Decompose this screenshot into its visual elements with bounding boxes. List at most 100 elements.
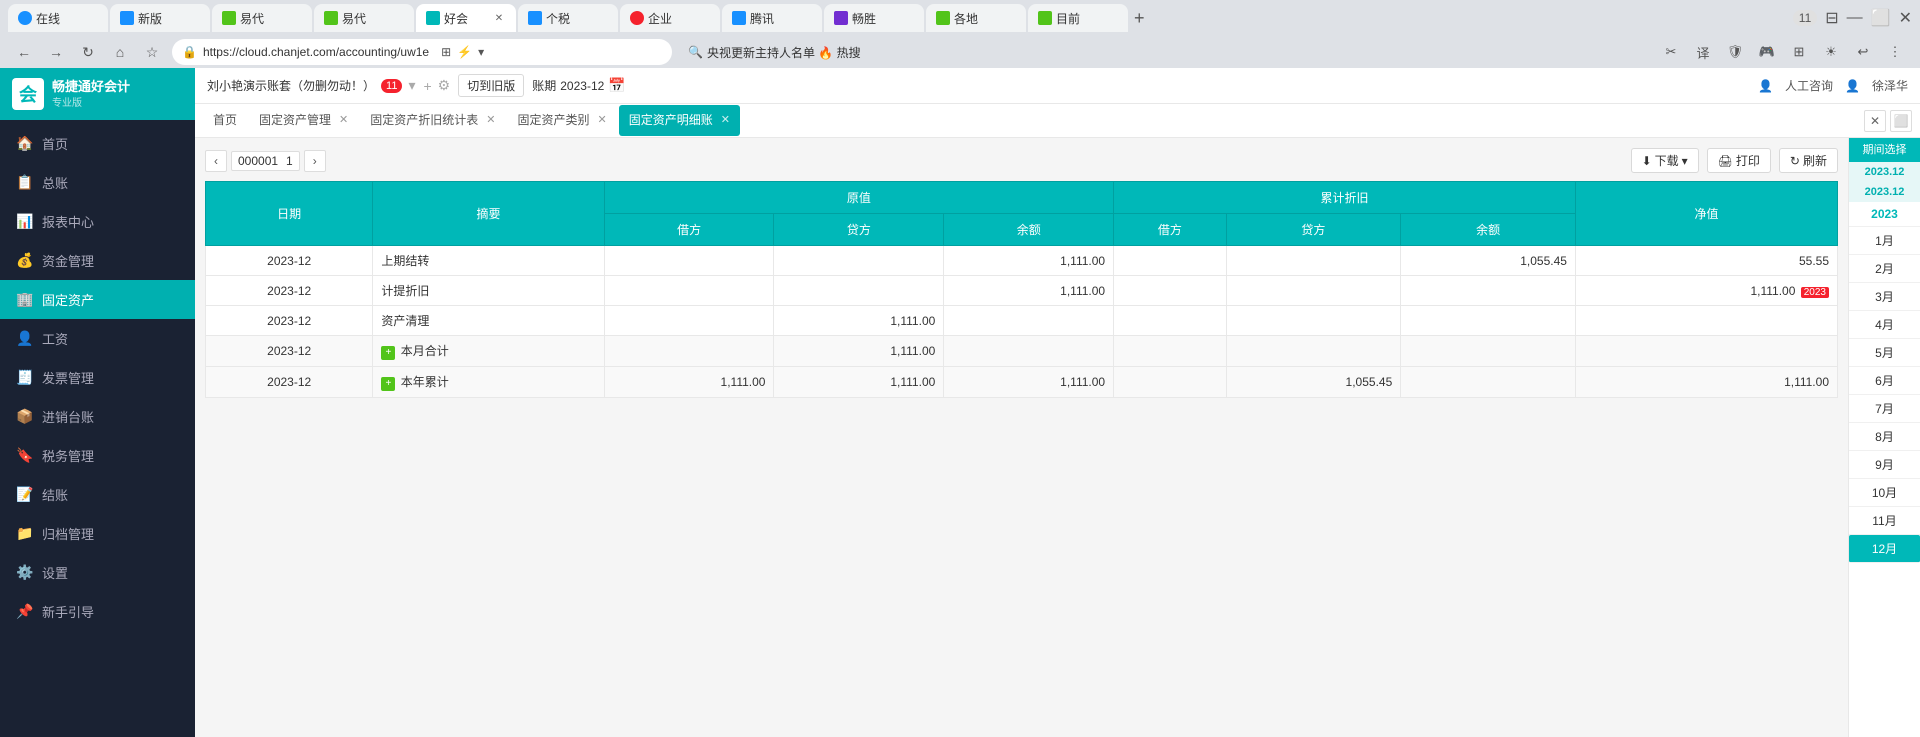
layout-btn[interactable]: ⊞: [1786, 39, 1812, 65]
sidebar-item-tax[interactable]: 🔖 税务管理: [0, 436, 195, 475]
period-month-1[interactable]: 1月: [1849, 227, 1920, 255]
close-tab-haohui[interactable]: ✕: [492, 11, 506, 25]
close-fixed-assets-mgmt-tab[interactable]: ✕: [339, 113, 348, 126]
sidebar-item-inventory[interactable]: 📦 进销台账: [0, 397, 195, 436]
prev-page-btn[interactable]: ‹: [205, 150, 227, 172]
browser-tab-tengxun[interactable]: 腾讯: [722, 4, 822, 32]
row2-orig-balance: 1,111.00: [944, 276, 1114, 306]
close-asset-detail-tab[interactable]: ✕: [721, 113, 730, 126]
period-selected-end: 2023.12: [1849, 182, 1920, 202]
period-year-label: 2023: [1849, 202, 1920, 227]
page-tab-fixed-assets-mgmt[interactable]: 固定资产管理 ✕: [249, 105, 358, 136]
translate-btn[interactable]: 译: [1690, 39, 1716, 65]
tab-favicon-yidai2: [324, 11, 338, 25]
browser-tab-yidai1[interactable]: 易代: [212, 4, 312, 32]
window-menu-btn[interactable]: ⊟: [1825, 8, 1838, 28]
sidebar-item-guide[interactable]: 📌 新手引导: [0, 592, 195, 631]
row1-accum-credit: [1226, 246, 1401, 276]
home-button[interactable]: ⌂: [108, 40, 132, 64]
browser-tab-yidai2[interactable]: 易代: [314, 4, 414, 32]
period-month-3[interactable]: 3月: [1849, 283, 1920, 311]
period-panel-title: 期间选择: [1849, 138, 1920, 162]
page-tab-asset-category[interactable]: 固定资产类别 ✕: [507, 105, 616, 136]
sidebar-item-reports[interactable]: 📊 报表中心: [0, 202, 195, 241]
user-icon: 👤: [1845, 79, 1860, 93]
forward-button[interactable]: →: [44, 40, 68, 64]
calendar-icon[interactable]: 📅: [608, 77, 625, 94]
close-tab-btn[interactable]: ✕: [1864, 110, 1886, 132]
table-row-monthly-total: 2023-12 + 本月合计 1,111.00: [206, 336, 1838, 367]
inventory-icon: 📦: [16, 408, 34, 426]
game-btn[interactable]: 🎮: [1754, 39, 1780, 65]
close-asset-category-tab[interactable]: ✕: [598, 113, 607, 126]
browser-tab-haohui[interactable]: 好会 ✕: [416, 4, 516, 32]
close-depreciation-stats-tab[interactable]: ✕: [486, 113, 495, 126]
url-expand-btn[interactable]: ▾: [478, 45, 484, 59]
page-tab-depreciation-stats[interactable]: 固定资产折旧统计表 ✕: [360, 105, 505, 136]
url-bar[interactable]: 🔒 https://cloud.chanjet.com/accounting/u…: [172, 39, 672, 65]
undo-btn[interactable]: ↩: [1850, 39, 1876, 65]
account-settings-btn[interactable]: ⚙: [438, 77, 451, 94]
period-month-11[interactable]: 11月: [1849, 507, 1920, 535]
browser-chrome: 在线 新版 易代 易代 好会 ✕ 个税 企业: [0, 0, 1920, 68]
sidebar-item-home[interactable]: 🏠 首页: [0, 124, 195, 163]
browser-tab-online[interactable]: 在线: [8, 4, 108, 32]
period-month-2[interactable]: 2月: [1849, 255, 1920, 283]
col-accum-debit-header: 借方: [1114, 214, 1226, 246]
refresh-btn[interactable]: ↻ 刷新: [1779, 148, 1838, 173]
period-month-7[interactable]: 7月: [1849, 395, 1920, 423]
row2-date: 2023-12: [206, 276, 373, 306]
sidebar-item-archive[interactable]: 📁 归档管理: [0, 514, 195, 553]
sidebar-item-fund[interactable]: 💰 资金管理: [0, 241, 195, 280]
tab-favicon-haohui: [426, 11, 440, 25]
brightness-btn[interactable]: ☀: [1818, 39, 1844, 65]
new-tab-button[interactable]: +: [1134, 8, 1145, 29]
window-maximize-btn[interactable]: ⬜: [1871, 8, 1891, 28]
account-add-btn[interactable]: +: [423, 78, 431, 94]
sidebar-item-fixed-assets[interactable]: 🏢 固定资产: [0, 280, 195, 319]
browser-tab-gedi[interactable]: 各地: [926, 4, 1026, 32]
row5-accum-credit: 1,055.45: [1226, 367, 1401, 398]
consult-label[interactable]: 人工咨询: [1785, 77, 1833, 94]
account-dropdown-btn[interactable]: ▾: [408, 77, 415, 94]
next-page-btn[interactable]: ›: [304, 150, 326, 172]
bookmark-button[interactable]: ☆: [140, 40, 164, 64]
sidebar-item-closing[interactable]: 📝 结账: [0, 475, 195, 514]
browser-tab-geshui[interactable]: 个税: [518, 4, 618, 32]
switch-version-btn[interactable]: 切到旧版: [458, 74, 524, 97]
scissors-btn[interactable]: ✂: [1658, 39, 1684, 65]
period-month-4[interactable]: 4月: [1849, 311, 1920, 339]
back-button[interactable]: ←: [12, 40, 36, 64]
print-btn[interactable]: 🖨 打印: [1707, 148, 1771, 173]
period-month-6[interactable]: 6月: [1849, 367, 1920, 395]
period-month-10[interactable]: 10月: [1849, 479, 1920, 507]
sidebar-item-general-ledger[interactable]: 📋 总账: [0, 163, 195, 202]
ledger-nav-left: ‹ 000001 1 ›: [205, 150, 326, 172]
window-close-btn[interactable]: ✕: [1899, 8, 1912, 28]
window-controls: 11 ⊟ — ⬜ ✕: [1793, 8, 1912, 28]
content-area: ‹ 000001 1 › ⬇ 下载 ▾: [195, 138, 1920, 737]
page-tab-home[interactable]: 首页: [203, 105, 247, 136]
period-month-5[interactable]: 5月: [1849, 339, 1920, 367]
browser-tab-qiye[interactable]: 企业: [620, 4, 720, 32]
browser-tab-changsheng[interactable]: 畅胜: [824, 4, 924, 32]
page-tab-asset-detail[interactable]: 固定资产明细账 ✕: [619, 105, 740, 136]
sidebar-item-payroll[interactable]: 👤 工资: [0, 319, 195, 358]
sidebar-item-invoice[interactable]: 🧾 发票管理: [0, 358, 195, 397]
window-minimize-btn[interactable]: —: [1847, 9, 1863, 27]
reload-button[interactable]: ↻: [76, 40, 100, 64]
browser-tab-muqian[interactable]: 目前: [1028, 4, 1128, 32]
period-month-12[interactable]: 12月: [1849, 535, 1920, 563]
lightning-icon[interactable]: ⚡: [457, 45, 472, 59]
period-month-8[interactable]: 8月: [1849, 423, 1920, 451]
tab-favicon-changsheng: [834, 11, 848, 25]
download-btn[interactable]: ⬇ 下载 ▾: [1631, 148, 1699, 173]
qr-icon[interactable]: ⊞: [441, 45, 451, 59]
sidebar-item-settings[interactable]: ⚙️ 设置: [0, 553, 195, 592]
period-month-9[interactable]: 9月: [1849, 451, 1920, 479]
browser-tab-new[interactable]: 新版: [110, 4, 210, 32]
more-btn[interactable]: ⋮: [1882, 39, 1908, 65]
shield-btn[interactable]: 🛡: [1722, 39, 1748, 65]
tab-label-changsheng: 畅胜: [852, 10, 876, 27]
maximize-tab-btn[interactable]: ⬜: [1890, 110, 1912, 132]
